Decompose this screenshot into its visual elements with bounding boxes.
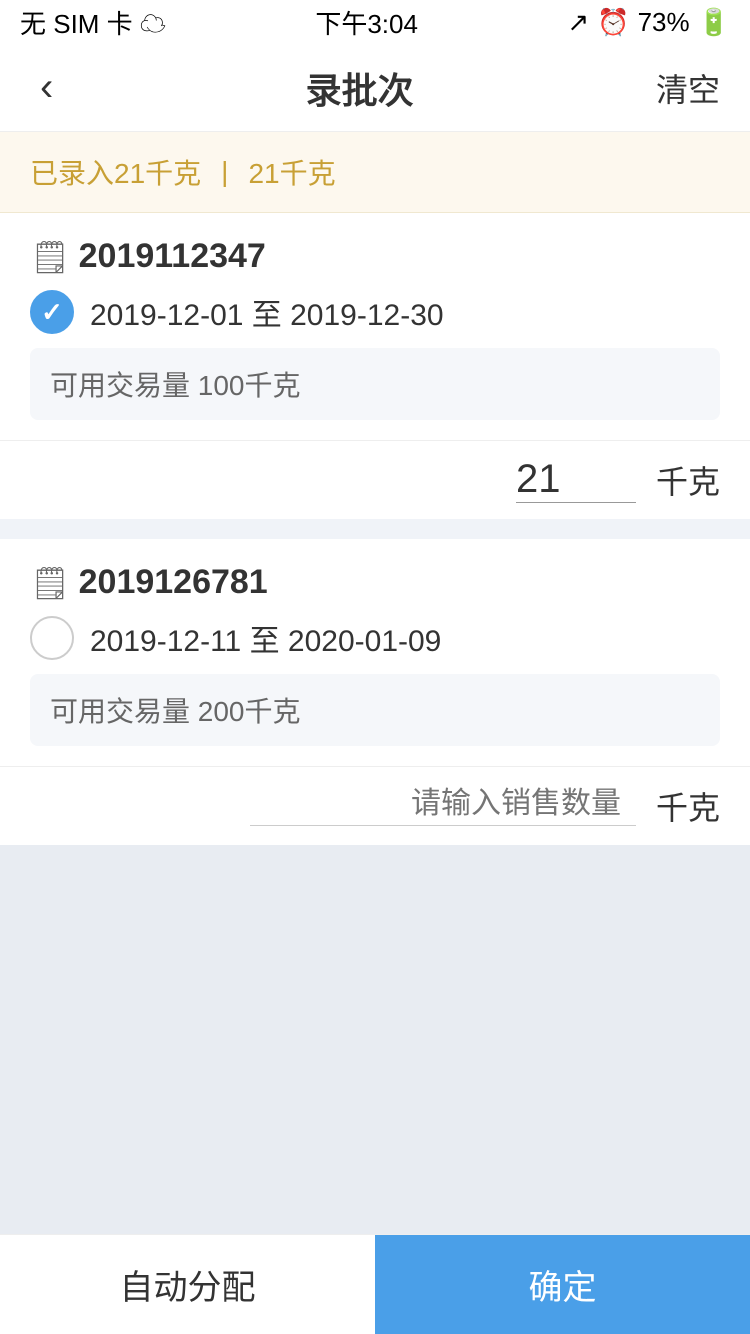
batch1-unit: 千克 bbox=[656, 457, 720, 503]
gray-area bbox=[0, 845, 750, 1245]
batch2-unit: 千克 bbox=[656, 783, 720, 829]
battery-label: 73% bbox=[638, 7, 690, 38]
alarm-icon: ⏰ bbox=[597, 7, 629, 38]
batch2-icon: 🗒 bbox=[30, 564, 71, 602]
batch2-header: 🗒 2019126781 bbox=[0, 539, 750, 612]
batch1-header: 🗒 2019112347 bbox=[0, 213, 750, 286]
batch1-quantity-underline: 21 bbox=[516, 457, 636, 503]
clear-button[interactable]: 清空 bbox=[656, 65, 720, 111]
info-divider: | bbox=[221, 156, 228, 188]
batch2-number: 2019126781 bbox=[79, 563, 268, 602]
batch1-radio[interactable] bbox=[30, 290, 74, 334]
back-button[interactable]: ‹ bbox=[30, 55, 63, 120]
batch2-available: 可用交易量 200千克 bbox=[30, 674, 720, 746]
batch1-date: 2019-12-01 至 2019-12-30 bbox=[90, 290, 444, 334]
confirm-button[interactable]: 确定 bbox=[375, 1235, 750, 1334]
batch1-number: 2019112347 bbox=[79, 237, 266, 276]
section-divider bbox=[0, 519, 750, 539]
batch2-radio[interactable] bbox=[30, 616, 74, 660]
batch1-quantity: 21 bbox=[516, 457, 561, 501]
bottom-bar: 自动分配 确定 bbox=[0, 1234, 750, 1334]
batch2-quantity-input[interactable] bbox=[250, 787, 636, 821]
batch2-input-underline[interactable] bbox=[250, 787, 636, 826]
status-time: 下午3:04 bbox=[315, 4, 418, 41]
batch1-icon: 🗒 bbox=[30, 238, 71, 276]
recorded-label: 已录入21千克 bbox=[30, 152, 201, 192]
status-left: 无 SIM 卡 ☁ bbox=[20, 4, 166, 41]
location-icon: ↗ bbox=[567, 7, 589, 38]
batch2-date: 2019-12-11 至 2020-01-09 bbox=[90, 616, 441, 660]
status-right: ↗ ⏰ 73% 🔋 bbox=[567, 7, 730, 38]
batch2-date-row[interactable]: 2019-12-11 至 2020-01-09 bbox=[0, 612, 750, 670]
nav-bar: ‹ 录批次 清空 bbox=[0, 44, 750, 132]
info-banner: 已录入21千克 | 21千克 bbox=[0, 132, 750, 213]
page-title: 录批次 bbox=[306, 62, 414, 114]
batch1-available: 可用交易量 100千克 bbox=[30, 348, 720, 420]
info-value: 21千克 bbox=[248, 152, 335, 192]
batch2-input-row[interactable]: 千克 bbox=[0, 766, 750, 845]
batch-item-2: 🗒 2019126781 2019-12-11 至 2020-01-09 可用交… bbox=[0, 539, 750, 845]
battery-icon: 🔋 bbox=[698, 7, 730, 38]
status-bar: 无 SIM 卡 ☁ 下午3:04 ↗ ⏰ 73% 🔋 bbox=[0, 0, 750, 44]
batch1-quantity-row: 21 千克 bbox=[0, 440, 750, 519]
sim-label: 无 SIM 卡 ☁ bbox=[20, 4, 166, 41]
batch1-date-row[interactable]: 2019-12-01 至 2019-12-30 bbox=[0, 286, 750, 344]
batch-item-1: 🗒 2019112347 2019-12-01 至 2019-12-30 可用交… bbox=[0, 213, 750, 519]
auto-distribute-button[interactable]: 自动分配 bbox=[0, 1235, 375, 1334]
